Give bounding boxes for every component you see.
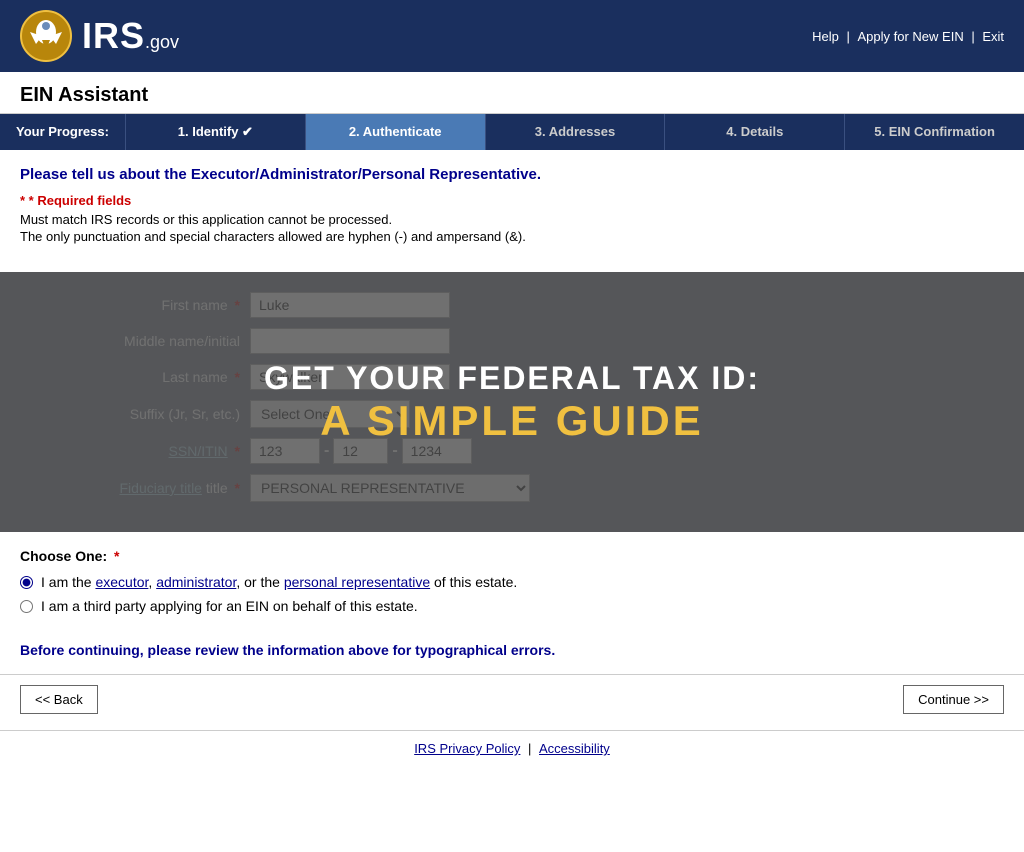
radio1-label: I am the executor, administrator, or the… xyxy=(41,574,517,590)
middle-name-row: Middle name/initial xyxy=(40,328,984,354)
continue-button[interactable]: Continue >> xyxy=(903,685,1004,714)
step-identify[interactable]: 1. Identify ✔ xyxy=(125,114,305,150)
sep1: | xyxy=(847,29,854,44)
step-details[interactable]: 4. Details xyxy=(664,114,844,150)
step-addresses[interactable]: 3. Addresses xyxy=(485,114,665,150)
accessibility-link[interactable]: Accessibility xyxy=(539,741,610,756)
last-name-input[interactable] xyxy=(250,364,450,390)
fiduciary-title-word: title xyxy=(206,480,228,496)
ssn-star: * xyxy=(235,443,240,459)
suffix-select[interactable]: Select One Jr Sr II III IV xyxy=(250,400,410,428)
radio-row-1: I am the executor, administrator, or the… xyxy=(20,574,1004,590)
fiduciary-row: Fiduciary title title * PERSONAL REPRESE… xyxy=(40,474,984,502)
ssn-link[interactable]: SSN/ITIN xyxy=(169,443,228,459)
middle-name-label: Middle name/initial xyxy=(40,333,240,349)
logo-irs: IRS xyxy=(82,15,145,56)
main-content: Please tell us about the Executor/Admini… xyxy=(0,150,1024,272)
choose-section: Choose One: * I am the executor, adminis… xyxy=(0,532,1024,632)
choose-star: * xyxy=(114,548,119,564)
page-title: EIN Assistant xyxy=(20,84,148,106)
last-name-label-text: Last name xyxy=(162,369,227,385)
radio-third-party[interactable] xyxy=(20,600,33,613)
sep2: | xyxy=(971,29,978,44)
step-authenticate[interactable]: 2. Authenticate xyxy=(305,114,485,150)
last-name-row: Last name * xyxy=(40,364,984,390)
fiduciary-link[interactable]: Fiduciary title xyxy=(120,480,202,496)
logo-area: IRS.gov xyxy=(20,10,179,62)
required-note: * * Required fields xyxy=(20,193,1004,208)
radio-row-2: I am a third party applying for an EIN o… xyxy=(20,598,1004,614)
logo-text-group: IRS.gov xyxy=(82,15,179,57)
back-button[interactable]: << Back xyxy=(20,685,98,714)
fiduciary-star: * xyxy=(235,480,240,496)
required-note-text: * Required fields xyxy=(29,193,132,208)
suffix-label-text: Suffix (Jr, Sr, etc.) xyxy=(130,406,240,422)
ssn-label: SSN/ITIN * xyxy=(40,443,240,459)
suffix-label: Suffix (Jr, Sr, etc.) xyxy=(40,406,240,422)
first-name-label-text: First name xyxy=(162,297,228,313)
apply-link[interactable]: Apply for New EIN xyxy=(858,29,964,44)
ssn-group: - - xyxy=(250,438,472,464)
middle-name-input[interactable] xyxy=(250,328,450,354)
ssn-part3-input[interactable] xyxy=(402,438,472,464)
last-name-label: Last name * xyxy=(40,369,240,385)
ssn-row: SSN/ITIN * - - xyxy=(40,438,984,464)
suffix-row: Suffix (Jr, Sr, etc.) Select One Jr Sr I… xyxy=(40,400,984,428)
radio-executor[interactable] xyxy=(20,576,33,589)
page-title-bar: EIN Assistant xyxy=(0,72,1024,114)
intro-title: Please tell us about the Executor/Admini… xyxy=(20,166,1004,183)
help-link[interactable]: Help xyxy=(812,29,839,44)
footer: IRS Privacy Policy | Accessibility xyxy=(0,730,1024,766)
first-name-star: * xyxy=(235,297,240,313)
header-links: Help | Apply for New EIN | Exit xyxy=(812,29,1004,44)
fiduciary-label: Fiduciary title title * xyxy=(40,480,240,496)
button-row: << Back Continue >> xyxy=(0,674,1024,730)
radio2-label: I am a third party applying for an EIN o… xyxy=(41,598,418,614)
personal-representative-link[interactable]: personal representative xyxy=(284,574,430,590)
match-note: Must match IRS records or this applicati… xyxy=(20,212,1004,227)
progress-bar: Your Progress: 1. Identify ✔ 2. Authenti… xyxy=(0,114,1024,150)
logo-gov: .gov xyxy=(145,32,179,52)
punctuation-note: The only punctuation and special charact… xyxy=(20,229,1004,244)
last-name-star: * xyxy=(235,369,240,385)
progress-label: Your Progress: xyxy=(0,114,125,150)
administrator-link[interactable]: administrator xyxy=(156,574,236,590)
choose-one-label: Choose One: * xyxy=(20,548,1004,564)
page-header: IRS.gov Help | Apply for New EIN | Exit xyxy=(0,0,1024,72)
form-section: GET YOUR FEDERAL TAX ID: A SIMPLE GUIDE … xyxy=(0,272,1024,532)
ssn-sep2: - xyxy=(392,442,397,460)
first-name-input[interactable] xyxy=(250,292,450,318)
ssn-part1-input[interactable] xyxy=(250,438,320,464)
first-name-label: First name * xyxy=(40,297,240,313)
warning-text: Before continuing, please review the inf… xyxy=(0,632,1024,674)
ssn-part2-input[interactable] xyxy=(333,438,388,464)
first-name-row: First name * xyxy=(40,292,984,318)
step-confirmation[interactable]: 5. EIN Confirmation xyxy=(844,114,1024,150)
fiduciary-select[interactable]: PERSONAL REPRESENTATIVE EXECUTOR ADMINIS… xyxy=(250,474,530,502)
footer-sep: | xyxy=(528,741,535,756)
executor-link[interactable]: executor xyxy=(95,574,148,590)
exit-link[interactable]: Exit xyxy=(982,29,1004,44)
choose-label-text: Choose One: xyxy=(20,548,107,564)
irs-eagle-icon xyxy=(20,10,72,62)
star-icon: * xyxy=(20,193,29,208)
middle-name-label-text: Middle name/initial xyxy=(124,333,240,349)
ssn-sep1: - xyxy=(324,442,329,460)
privacy-link[interactable]: IRS Privacy Policy xyxy=(414,741,520,756)
